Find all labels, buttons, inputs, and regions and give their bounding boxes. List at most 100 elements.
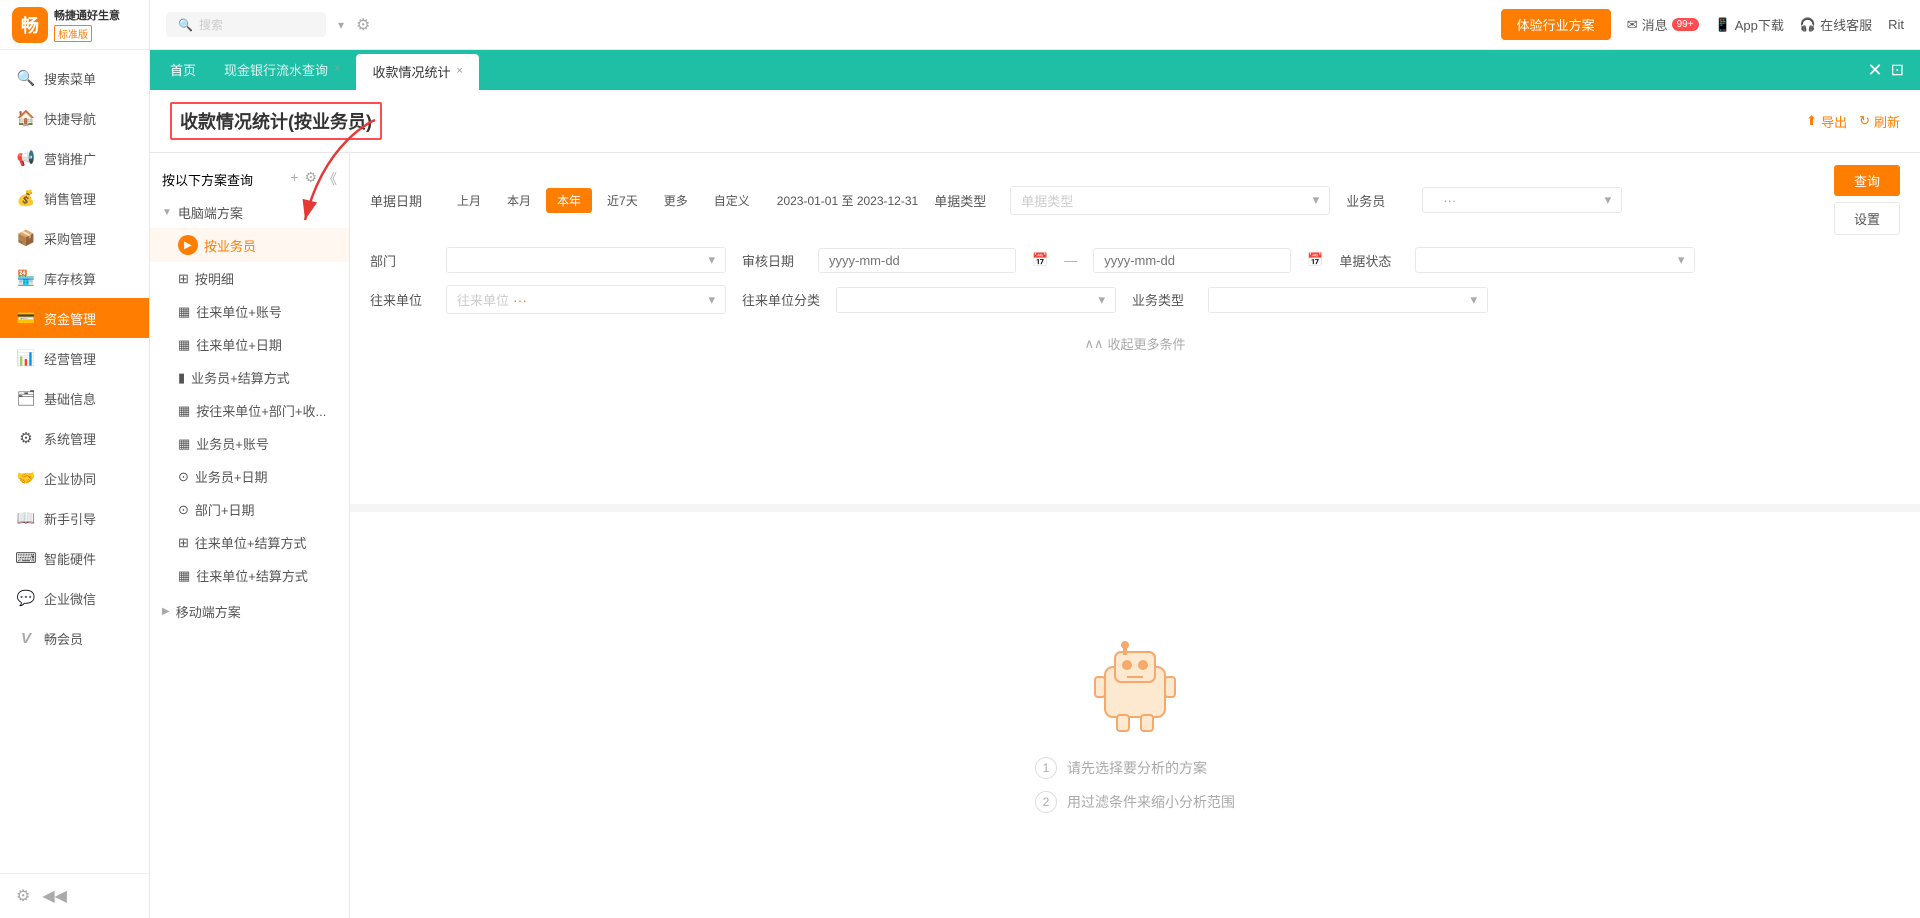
message-label: 消息 [1642,15,1668,34]
operations-icon: 📊 [16,348,36,368]
scheme-item-by-salesperson[interactable]: ▶ 按业务员 [150,228,349,262]
sidebar-item-hardware[interactable]: ⌨ 智能硬件 [0,538,149,578]
doc-type-select[interactable]: 单据类型 ▾ [1010,186,1330,215]
sidebar-item-label: 畅会员 [44,629,83,648]
review-date-start[interactable] [818,248,1016,273]
date-tab-this-year[interactable]: 本年 [546,188,592,213]
counterparty-chevron: ▾ [708,292,715,308]
logo-area: 畅 畅捷通好生意 标准版 [0,0,149,50]
settings-button[interactable]: 设置 [1834,202,1900,235]
sidebar-item-marketing[interactable]: 📢 营销推广 [0,138,149,178]
date-tab-this-month[interactable]: 本月 [496,188,542,213]
main-area: 🔍 搜索 ▾ ⚙ 体验行业方案 ✉ 消息 99+ 📱 App下载 🎧 在线客服 … [150,0,1920,918]
calendar-icon-1[interactable]: 📅 [1032,252,1048,268]
scheme-item-icon: ▮ [178,370,185,386]
online-service-button[interactable]: 🎧 在线客服 [1800,15,1872,34]
logo-icon: 畅 [12,7,48,43]
review-date-end[interactable] [1093,248,1291,273]
doc-status-chevron: ▾ [1678,252,1685,268]
scheme-group-desktop-title[interactable]: ▼ 电脑端方案 [150,197,349,228]
sidebar-item-purchase[interactable]: 📦 采购管理 [0,218,149,258]
message-button[interactable]: ✉ 消息 99+ [1627,15,1699,34]
salesperson-select[interactable]: ··· ▾ [1422,187,1622,213]
sidebar-nav: 🔍 搜索菜单 🏠 快捷导航 📢 营销推广 💰 销售管理 📦 采购管理 🏪 库存核… [0,50,149,873]
sidebar-item-label: 基础信息 [44,389,96,408]
settings-bottom-icon[interactable]: ⚙ [16,886,30,906]
scheme-item-by-unit-date[interactable]: ▦ 往来单位+日期 [150,328,349,361]
sidebar-item-basic[interactable]: 🗂 基础信息 [0,378,149,418]
review-date-label: 审核日期 [742,251,802,270]
scheme-collapse-icon[interactable]: 《 [323,169,337,189]
date-dash: — [1064,253,1077,268]
counterparty-more[interactable]: ··· [513,292,527,308]
tab-bank[interactable]: 现金银行流水查询 × [208,50,356,90]
tab-collection-close[interactable]: × [456,65,462,77]
date-tab-7days[interactable]: 近7天 [596,188,649,213]
sidebar-item-system[interactable]: ⚙ 系统管理 [0,418,149,458]
counterparty-type-select[interactable]: ▾ [836,287,1116,313]
close-window-button[interactable]: ✕ [1868,60,1883,81]
trial-button[interactable]: 体验行业方案 [1501,9,1611,40]
sidebar-item-member[interactable]: V 畅会员 [0,618,149,658]
hardware-icon: ⌨ [16,548,36,568]
scheme-item-icon: ⊙ [178,502,189,518]
doc-status-select[interactable]: ▾ [1415,247,1695,273]
filter-area: 单据日期 上月 本月 本年 近7天 更多 自定义 2023-01-01 至 20… [350,153,1920,504]
sidebar-item-quicknav[interactable]: 🏠 快捷导航 [0,98,149,138]
export-button[interactable]: ⬆ 导出 [1806,112,1847,131]
dept-select[interactable]: ▾ [446,247,726,273]
collapse-filter-button[interactable]: ∧∧ 收起更多条件 [370,326,1900,361]
sidebar-item-search[interactable]: 🔍 搜索菜单 [0,58,149,98]
sidebar-item-guide[interactable]: 📖 新手引导 [0,498,149,538]
date-range-text: 2023-01-01 至 2023-12-31 [777,192,918,209]
date-tab-more[interactable]: 更多 [653,188,699,213]
purchase-icon: 📦 [16,228,36,248]
scheme-item-by-salesperson-account[interactable]: ▦ 业务员+账号 [150,427,349,460]
sidebar-item-finance[interactable]: 💳 资金管理 [0,298,149,338]
sidebar-item-enterprise[interactable]: 🤝 企业协同 [0,458,149,498]
search-bar[interactable]: 🔍 搜索 [166,12,326,37]
wechat-icon: 💬 [16,588,36,608]
scheme-settings-icon[interactable]: ⚙ [304,169,317,189]
scheme-item-label: 往来单位+日期 [196,335,282,354]
scheme-item-by-salesperson-date[interactable]: ⊙ 业务员+日期 [150,460,349,493]
business-type-select[interactable]: ▾ [1208,287,1488,313]
sidebar-item-wechat[interactable]: 💬 企业微信 [0,578,149,618]
scheme-item-by-salesperson-payment[interactable]: ▮ 业务员+结算方式 [150,361,349,394]
scheme-add-icon[interactable]: + [290,169,298,189]
app-download-button[interactable]: 📱 App下载 [1715,15,1784,34]
download-icon: 📱 [1715,17,1731,33]
topbar-right: 体验行业方案 ✉ 消息 99+ 📱 App下载 🎧 在线客服 Rit [1501,9,1904,40]
sidebar-item-label: 企业微信 [44,589,96,608]
tab-collection[interactable]: 收款情况统计 × [356,54,478,90]
filter-row-3: 往来单位 往来单位 ··· ▾ 往来单位分类 ▾ 业务类型 [370,285,1900,314]
collapse-sidebar-icon[interactable]: ◀◀ [42,886,67,906]
topbar-dropdown-icon[interactable]: ▾ [338,18,344,32]
restore-window-button[interactable]: ⊡ [1891,60,1904,80]
scheme-item-by-unit-account[interactable]: ▦ 往来单位+账号 [150,295,349,328]
scheme-item-by-detail[interactable]: ⊞ 按明细 [150,262,349,295]
sidebar-item-label: 搜索菜单 [44,69,96,88]
date-tab-last-month[interactable]: 上月 [446,188,492,213]
sidebar-item-sales[interactable]: 💰 销售管理 [0,178,149,218]
sidebar-item-label: 资金管理 [44,309,96,328]
scheme-group-mobile-title[interactable]: ▶ 移动端方案 [150,596,349,627]
calendar-icon-2[interactable]: 📅 [1307,252,1323,268]
refresh-button[interactable]: ↻ 刷新 [1859,112,1900,131]
empty-state-area: 1 请先选择要分析的方案 2 用过滤条件来缩小分析范围 [350,512,1920,918]
sidebar-item-operations[interactable]: 📊 经营管理 [0,338,149,378]
topbar-gear-icon[interactable]: ⚙ [356,15,370,35]
date-tab-custom[interactable]: 自定义 [703,188,761,213]
tab-bank-close[interactable]: × [334,63,340,75]
scheme-item-by-dept-date[interactable]: ⊙ 部门+日期 [150,493,349,526]
scheme-item-icon: ▦ [178,304,190,320]
query-button[interactable]: 查询 [1834,165,1900,196]
tab-home[interactable]: 首页 [158,50,208,90]
scheme-item-by-unit-payment2[interactable]: ▦ 往来单位+结算方式 [150,559,349,592]
counterparty-select[interactable]: 往来单位 ··· ▾ [446,285,726,314]
sidebar-bottom: ⚙ ◀◀ [0,873,149,918]
scheme-item-by-unit-dept[interactable]: ▦ 按往来单位+部门+收... [150,394,349,427]
sidebar-item-inventory[interactable]: 🏪 库存核算 [0,258,149,298]
scheme-item-by-unit-payment[interactable]: ⊞ 往来单位+结算方式 [150,526,349,559]
user-avatar[interactable]: Rit [1888,17,1904,32]
